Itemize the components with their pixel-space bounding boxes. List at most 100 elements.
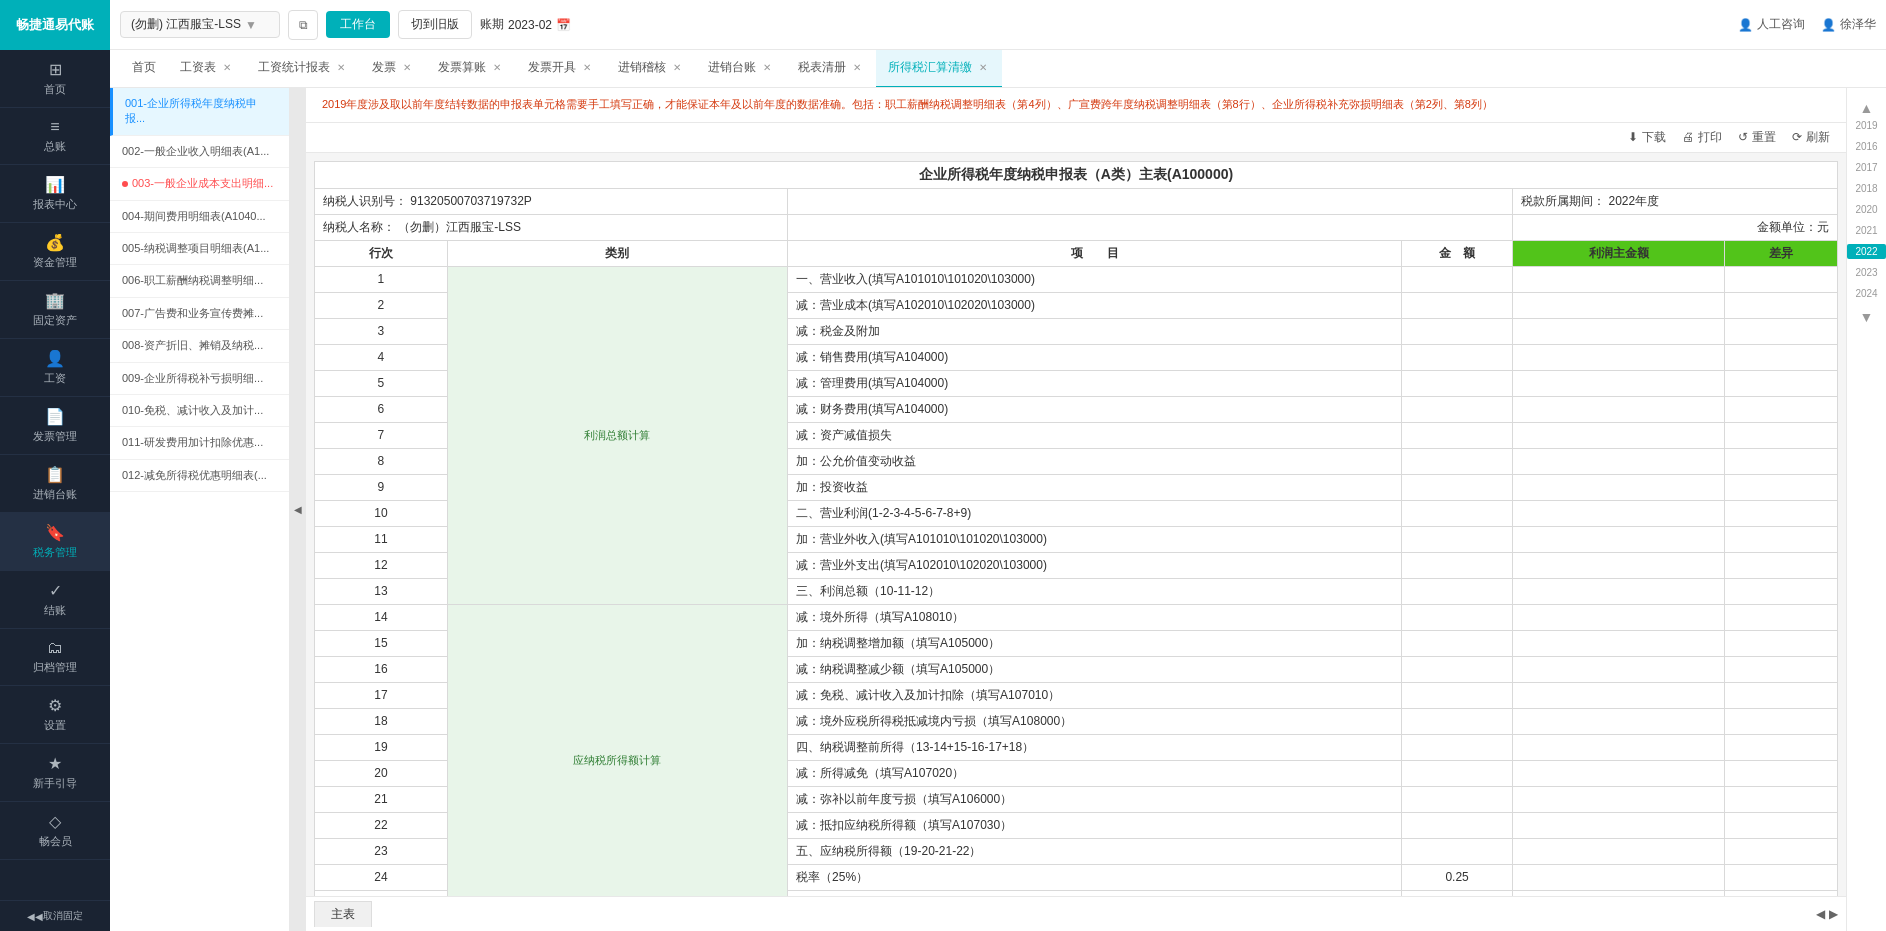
tab-sales-check-close[interactable]: ✕	[670, 61, 684, 75]
sidebar-pin-btn[interactable]: ◀◀ 取消固定	[0, 901, 110, 931]
timeline-year-2016[interactable]: 2016	[1847, 139, 1886, 154]
timeline-year-2020[interactable]: 2020	[1847, 202, 1886, 217]
form-item-001[interactable]: 001-企业所得税年度纳税申报...	[110, 88, 289, 136]
sidebar-item-ledger[interactable]: ≡ 总账	[0, 108, 110, 165]
timeline-down-arrow[interactable]: ▼	[1857, 307, 1877, 327]
sidebar-item-settings[interactable]: ⚙ 设置	[0, 686, 110, 744]
main-area: (勿删) 江西服宝-LSS ▼ ⧉ 工作台 切到旧版 账期 2023-02 📅 …	[110, 0, 1886, 931]
tab-salary-stat[interactable]: 工资统计报表 ✕	[246, 50, 360, 88]
tab-sales-check[interactable]: 进销稽核 ✕	[606, 50, 696, 88]
tab-salary-stat-close[interactable]: ✕	[334, 61, 348, 75]
taxpayer-name-label: 纳税人名称：	[323, 220, 395, 234]
form-item-012[interactable]: 012-减免所得税优惠明细表(...	[110, 460, 289, 492]
timeline-year-2022[interactable]: 2022	[1847, 244, 1886, 259]
tab-invoice-calc[interactable]: 发票算账 ✕	[426, 50, 516, 88]
form-item-002[interactable]: 002-一般企业收入明细表(A1...	[110, 136, 289, 168]
sidebar-item-report[interactable]: 📊 报表中心	[0, 165, 110, 223]
print-btn[interactable]: 🖨 打印	[1682, 129, 1722, 146]
row-amount-1[interactable]	[1402, 266, 1513, 292]
sidebar-item-member[interactable]: ◇ 畅会员	[0, 802, 110, 860]
row-profit-1[interactable]	[1513, 266, 1725, 292]
reset-btn[interactable]: ↺ 重置	[1738, 129, 1776, 146]
download-btn[interactable]: ⬇ 下载	[1628, 129, 1666, 146]
sidebar-item-guide[interactable]: ★ 新手引导	[0, 744, 110, 802]
tab-home[interactable]: 首页	[120, 50, 168, 88]
tab-invoice-open[interactable]: 发票开具 ✕	[516, 50, 606, 88]
taxpayer-id-value: 91320500703719732P	[410, 194, 531, 208]
row-item-23: 五、应纳税所得额（19-20-21-22）	[788, 838, 1402, 864]
prev-page-icon[interactable]: ◀	[1816, 907, 1825, 921]
fund-icon: 💰	[45, 233, 65, 252]
form-item-010[interactable]: 010-免税、减计收入及加计...	[110, 395, 289, 427]
timeline-year-2018[interactable]: 2018	[1847, 181, 1886, 196]
pin-label: 取消固定	[43, 909, 83, 923]
main-sheet-tab[interactable]: 主表	[314, 901, 372, 927]
timeline-year-2017[interactable]: 2017	[1847, 160, 1886, 175]
form-item-008[interactable]: 008-资产折旧、摊销及纳税...	[110, 330, 289, 362]
form-item-007[interactable]: 007-广告费和业务宣传费摊...	[110, 298, 289, 330]
sidebar-item-salary[interactable]: 👤 工资	[0, 339, 110, 397]
sidebar-item-tax[interactable]: 🔖 税务管理	[0, 513, 110, 571]
workspace-btn[interactable]: 工作台	[326, 11, 390, 38]
taxpayer-id-label: 纳税人识别号：	[323, 194, 407, 208]
tab-salary[interactable]: 工资表 ✕	[168, 50, 246, 88]
row-num: 11	[315, 526, 448, 552]
row-category-taxable: 应纳税所得额计算	[447, 604, 787, 896]
tab-invoice-open-close[interactable]: ✕	[580, 61, 594, 75]
tab-invoice-calc-close[interactable]: ✕	[490, 61, 504, 75]
row-item-15: 加：纳税调整增加额（填写A105000）	[788, 630, 1402, 656]
sidebar-item-home[interactable]: ⊞ 首页	[0, 50, 110, 108]
switch-btn[interactable]: 切到旧版	[398, 10, 472, 39]
timeline-year-2024[interactable]: 2024	[1847, 286, 1886, 301]
form-item-006[interactable]: 006-职工薪酬纳税调整明细...	[110, 265, 289, 297]
form-item-003[interactable]: 003-一般企业成本支出明细...	[110, 168, 289, 200]
timeline-up-arrow[interactable]: ▲	[1857, 98, 1877, 118]
row-item-17: 减：免税、减计收入及加计扣除（填写A107010）	[788, 682, 1402, 708]
row-diff-1[interactable]	[1725, 266, 1838, 292]
tab-invoice-close[interactable]: ✕	[400, 61, 414, 75]
info-row-1: 纳税人识别号： 91320500703719732P 税款所属期间： 2022年…	[315, 188, 1838, 214]
sidebar-label-member: 畅会员	[39, 834, 72, 849]
tab-tax-clear[interactable]: 税表清册 ✕	[786, 50, 876, 88]
chevron-down-icon: ▼	[245, 18, 257, 32]
sidebar-item-archive[interactable]: 🗂 归档管理	[0, 629, 110, 686]
form-item-009[interactable]: 009-企业所得税补亏损明细...	[110, 363, 289, 395]
row-num: 6	[315, 396, 448, 422]
member-icon: ◇	[49, 812, 61, 831]
form-item-005[interactable]: 005-纳税调整项目明细表(A1...	[110, 233, 289, 265]
tab-invoice[interactable]: 发票 ✕	[360, 50, 426, 88]
row-item-18: 减：境外应税所得税抵减境内亏损（填写A108000）	[788, 708, 1402, 734]
row-num: 8	[315, 448, 448, 474]
sidebar-item-invoice[interactable]: 📄 发票管理	[0, 397, 110, 455]
refresh-btn[interactable]: ⟳ 刷新	[1792, 129, 1830, 146]
panel-collapse-btn[interactable]: ◀	[290, 88, 306, 931]
timeline-year-2021[interactable]: 2021	[1847, 223, 1886, 238]
calendar-icon[interactable]: 📅	[556, 18, 571, 32]
timeline-year-2023[interactable]: 2023	[1847, 265, 1886, 280]
tab-income-tax-close[interactable]: ✕	[976, 61, 990, 75]
user-profile[interactable]: 👤 徐泽华	[1821, 16, 1876, 33]
row-item-12: 减：营业外支出(填写A102010\102020\103000)	[788, 552, 1402, 578]
company-selector[interactable]: (勿删) 江西服宝-LSS ▼	[120, 11, 280, 38]
consult-btn[interactable]: 👤 人工咨询	[1738, 16, 1805, 33]
sidebar-item-asset[interactable]: 🏢 固定资产	[0, 281, 110, 339]
copy-btn[interactable]: ⧉	[288, 10, 318, 40]
taxpayer-name-info: 纳税人名称： （勿删）江西服宝-LSS	[315, 214, 788, 240]
form-item-011[interactable]: 011-研发费用加计扣除优惠...	[110, 427, 289, 459]
table-wrapper[interactable]: 企业所得税年度纳税申报表（A类）主表(A100000) 纳税人识别号： 9132…	[306, 153, 1846, 896]
table-title: 企业所得税年度纳税申报表（A类）主表(A100000)	[315, 161, 1838, 188]
tab-sales-ledger[interactable]: 进销台账 ✕	[696, 50, 786, 88]
timeline-year-2019[interactable]: 2019	[1847, 118, 1886, 133]
next-page-icon[interactable]: ▶	[1829, 907, 1838, 921]
sidebar-item-settlement[interactable]: ✓ 结账	[0, 571, 110, 629]
tab-tax-clear-close[interactable]: ✕	[850, 61, 864, 75]
sidebar-item-sales[interactable]: 📋 进销台账	[0, 455, 110, 513]
tab-invoice-calc-label: 发票算账	[438, 59, 486, 76]
tab-income-tax[interactable]: 所得税汇算清缴 ✕	[876, 50, 1002, 88]
ledger-icon: ≡	[50, 118, 59, 136]
form-item-004[interactable]: 004-期间费用明细表(A1040...	[110, 201, 289, 233]
row-amount-24[interactable]: 0.25	[1402, 864, 1513, 890]
tab-salary-close[interactable]: ✕	[220, 61, 234, 75]
tab-sales-ledger-close[interactable]: ✕	[760, 61, 774, 75]
sidebar-item-fund[interactable]: 💰 资金管理	[0, 223, 110, 281]
